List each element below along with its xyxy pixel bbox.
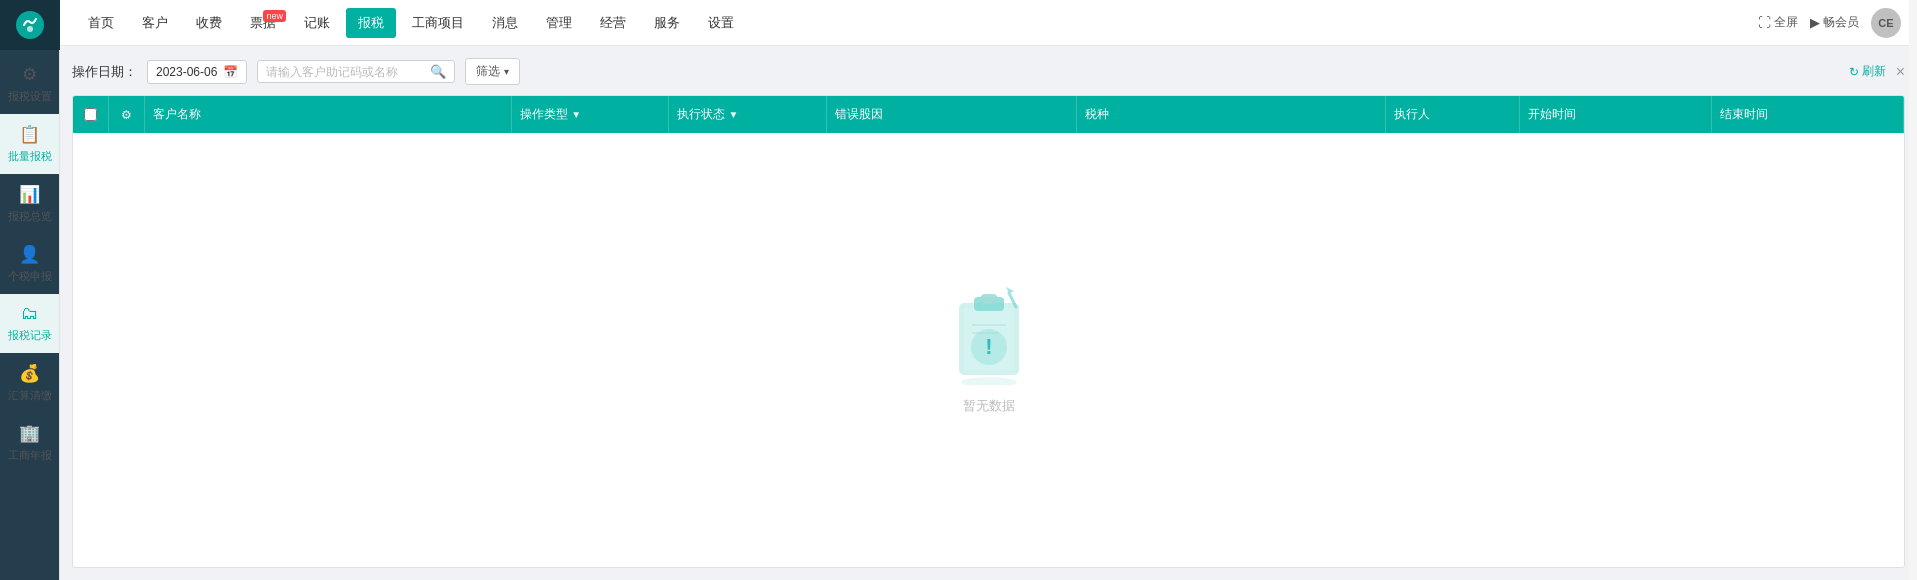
gear-icon: ⚙ [121, 108, 132, 122]
nav-item-shoufei[interactable]: 收费 [184, 8, 234, 38]
nav-item-shouye[interactable]: 首页 [76, 8, 126, 38]
th-gear[interactable]: ⚙ [109, 96, 145, 133]
refresh-icon: ↻ [1849, 65, 1859, 79]
nav-item-fuwu[interactable]: 服务 [642, 8, 692, 38]
sidebar-item-baoshui-jilu[interactable]: 🗂 报税记录 [0, 294, 59, 353]
status-filter-icon: ▼ [728, 109, 738, 120]
table: ⚙ 客户名称 操作类型 ▼ 执行状态 ▼ 错误股因 [72, 95, 1905, 568]
th-operation-type[interactable]: 操作类型 ▼ [512, 96, 669, 133]
svg-point-12 [961, 377, 1017, 385]
select-all-checkbox[interactable] [84, 108, 97, 121]
svg-rect-5 [980, 294, 998, 304]
th-tax-type: 税种 [1077, 96, 1386, 133]
date-picker[interactable]: 2023-06-06 📅 [147, 60, 247, 84]
close-button[interactable]: × [1896, 64, 1905, 80]
sidebar-item-huisuan-jiaona[interactable]: 💰 汇算清缴 [0, 353, 59, 413]
fullscreen-icon: ⛶ [1758, 15, 1771, 30]
empty-state: ! 暂无数据 [73, 133, 1904, 567]
settings-icon: ⚙ [22, 64, 37, 85]
calendar-icon: 📅 [223, 65, 238, 79]
search-icon[interactable]: 🔍 [430, 64, 446, 79]
main-area: 首页 客户 收费 票据 new 记账 报税 工商项目 消息 管理 经营 服务 设… [60, 0, 1917, 580]
nav-item-baoshui[interactable]: 报税 [346, 8, 396, 38]
date-label: 操作日期： [72, 63, 137, 81]
sidebar-item-geshui-shenbao[interactable]: 👤 个税申报 [0, 234, 59, 294]
batch-tax-icon: 📋 [19, 124, 40, 145]
nav-item-jingying[interactable]: 经营 [588, 8, 638, 38]
nav-item-xiaoxi[interactable]: 消息 [480, 8, 530, 38]
search-wrap: 🔍 [257, 60, 455, 83]
sidebar-item-gongshang-nianbao[interactable]: 🏢 工商年报 [0, 413, 59, 473]
svg-point-1 [27, 26, 33, 32]
nav-item-guanli[interactable]: 管理 [534, 8, 584, 38]
avatar[interactable]: CE [1871, 8, 1901, 38]
member-button[interactable]: ▶ 畅会员 [1810, 14, 1859, 31]
th-executor: 执行人 [1386, 96, 1520, 133]
annual-report-icon: 🏢 [19, 423, 40, 444]
sidebar-item-baoshui-zonlan[interactable]: 📊 报税总览 [0, 174, 59, 234]
search-input[interactable] [266, 65, 426, 79]
nav-item-shezhi[interactable]: 设置 [696, 8, 746, 38]
th-execution-status[interactable]: 执行状态 ▼ [669, 96, 826, 133]
toolbar: 操作日期： 2023-06-06 📅 🔍 筛选 ▾ ↻ 刷新 [72, 58, 1905, 85]
records-icon: 🗂 [21, 304, 38, 324]
nav-items: 首页 客户 收费 票据 new 记账 报税 工商项目 消息 管理 经营 服务 设… [76, 8, 1758, 38]
th-checkbox[interactable] [73, 96, 109, 133]
page: 操作日期： 2023-06-06 📅 🔍 筛选 ▾ ↻ 刷新 [60, 46, 1917, 580]
empty-text: 暂无数据 [963, 397, 1015, 415]
th-end-time: 结束时间 [1712, 96, 1904, 133]
svg-text:!: ! [985, 334, 992, 359]
nav-item-jizhang[interactable]: 记账 [292, 8, 342, 38]
top-navigation: 首页 客户 收费 票据 new 记账 报税 工商项目 消息 管理 经营 服务 设… [60, 0, 1917, 46]
filter-button[interactable]: 筛选 ▾ [465, 58, 520, 85]
sidebar-logo [0, 0, 60, 50]
person-tax-icon: 👤 [19, 244, 40, 265]
sidebar: ⚙ 报税设置 📋 批量报税 📊 报税总览 👤 个税申报 🗂 报税记录 💰 汇算清… [0, 0, 60, 580]
fullscreen-button[interactable]: ⛶ 全屏 [1758, 14, 1798, 31]
content-area: 操作日期： 2023-06-06 📅 🔍 筛选 ▾ ↻ 刷新 [60, 46, 1917, 580]
refresh-button[interactable]: ↻ 刷新 [1849, 63, 1886, 80]
th-customer-name: 客户名称 [145, 96, 512, 133]
nav-item-piaoju[interactable]: 票据 new [238, 8, 288, 38]
settlement-icon: 💰 [19, 363, 40, 384]
sidebar-item-piliang-baoshui[interactable]: 📋 批量报税 [0, 114, 59, 174]
table-header: ⚙ 客户名称 操作类型 ▼ 执行状态 ▼ 错误股因 [73, 96, 1904, 133]
nav-item-kehu[interactable]: 客户 [130, 8, 180, 38]
nav-item-gongshang-xiangmu[interactable]: 工商项目 [400, 8, 476, 38]
topnav-right: ⛶ 全屏 ▶ 畅会员 CE [1758, 8, 1901, 38]
overview-icon: 📊 [19, 184, 40, 205]
member-icon: ▶ [1810, 15, 1820, 30]
svg-marker-9 [1006, 287, 1014, 293]
optype-filter-icon: ▼ [571, 109, 581, 120]
th-error-reason: 错误股因 [827, 96, 1078, 133]
sidebar-item-baoshui-shezhi[interactable]: ⚙ 报税设置 [0, 54, 59, 114]
empty-illustration: ! [944, 285, 1034, 385]
svg-point-0 [16, 11, 44, 39]
chevron-down-icon: ▾ [504, 66, 509, 77]
piaoju-badge: new [263, 10, 286, 23]
th-start-time: 开始时间 [1520, 96, 1712, 133]
